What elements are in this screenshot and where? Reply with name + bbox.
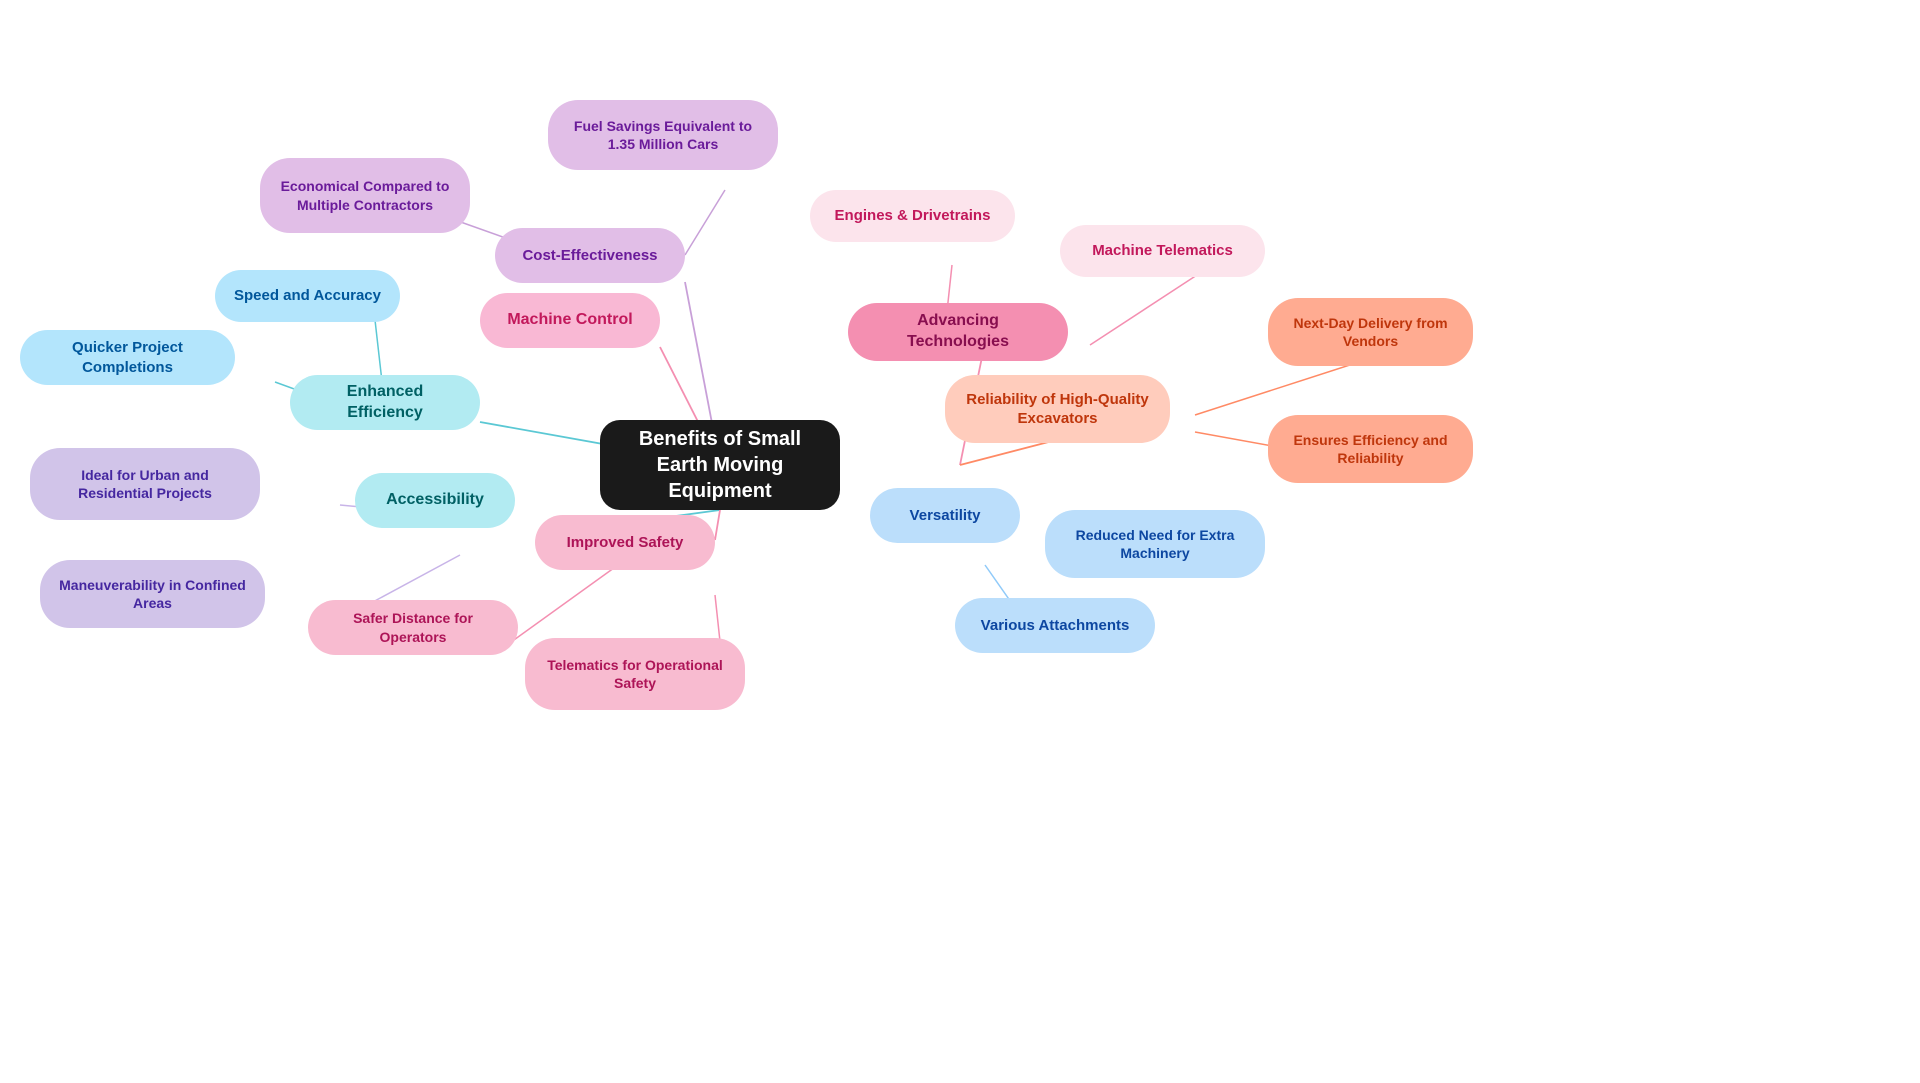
engines-node: Engines & Drivetrains <box>810 190 1015 242</box>
machine-control-node: Machine Control <box>480 293 660 348</box>
cost-effectiveness-node: Cost-Effectiveness <box>495 228 685 283</box>
safer-distance-node: Safer Distance for Operators <box>308 600 518 655</box>
fuel-savings-node: Fuel Savings Equivalent to 1.35 Million … <box>548 100 778 170</box>
quicker-node: Quicker Project Completions <box>20 330 235 385</box>
center-node: Benefits of Small Earth Moving Equipment <box>600 420 840 510</box>
advancing-tech-node: Advancing Technologies <box>848 303 1068 361</box>
economical-node: Economical Compared to Multiple Contract… <box>260 158 470 233</box>
maneuverability-node: Maneuverability in Confined Areas <box>40 560 265 628</box>
next-day-node: Next-Day Delivery from Vendors <box>1268 298 1473 366</box>
improved-safety-node: Improved Safety <box>535 515 715 570</box>
various-attachments-node: Various Attachments <box>955 598 1155 653</box>
reduced-machinery-node: Reduced Need for Extra Machinery <box>1045 510 1265 578</box>
ideal-urban-node: Ideal for Urban and Residential Projects <box>30 448 260 520</box>
enhanced-efficiency-node: Enhanced Efficiency <box>290 375 480 430</box>
speed-accuracy-node: Speed and Accuracy <box>215 270 400 322</box>
accessibility-node: Accessibility <box>355 473 515 528</box>
ensures-efficiency-node: Ensures Efficiency and Reliability <box>1268 415 1473 483</box>
telematics-safety-node: Telematics for Operational Safety <box>525 638 745 710</box>
reliability-node: Reliability of High-Quality Excavators <box>945 375 1170 443</box>
machine-telematics-node: Machine Telematics <box>1060 225 1265 277</box>
versatility-node: Versatility <box>870 488 1020 543</box>
